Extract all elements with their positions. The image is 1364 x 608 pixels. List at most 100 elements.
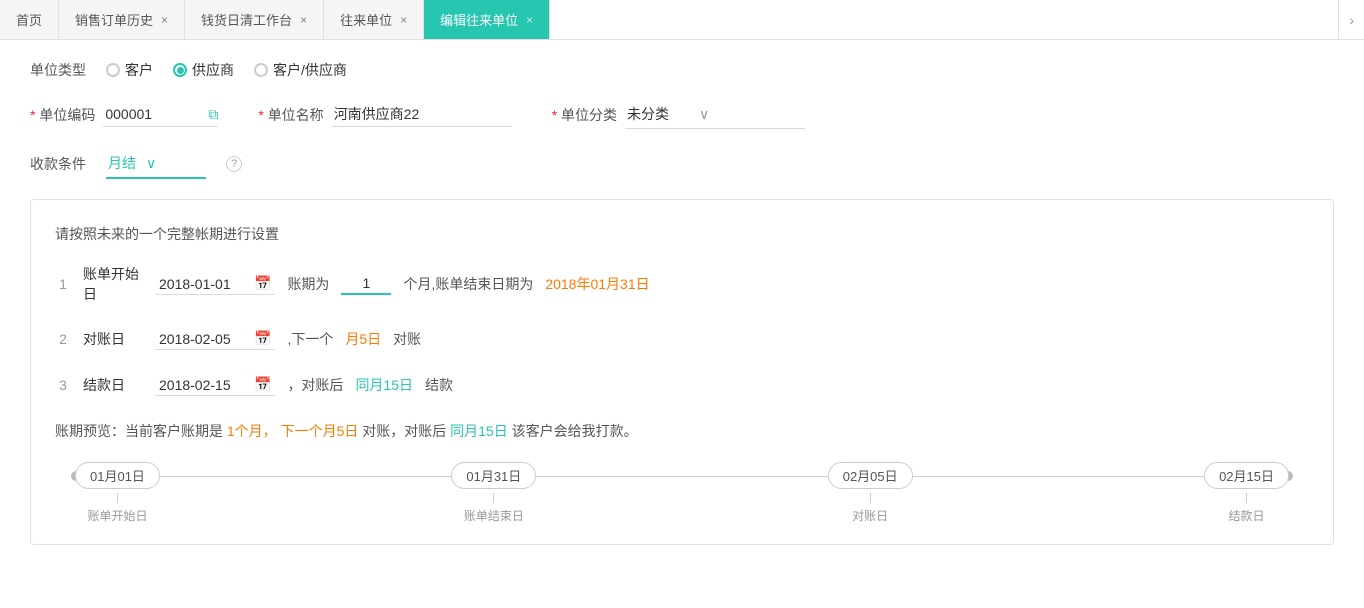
tab-home-label: 首页 bbox=[16, 10, 42, 29]
tab-cashflow[interactable]: 钱货日清工作台 × bbox=[185, 0, 324, 39]
radio-supplier-circle bbox=[173, 63, 187, 77]
preview-middle: 对账，对账后 bbox=[362, 423, 446, 439]
timeline-connector-4 bbox=[1246, 493, 1247, 503]
row-1-date[interactable] bbox=[159, 276, 249, 292]
row-3-num: 3 bbox=[55, 377, 71, 393]
radio-supplier-label: 供应商 bbox=[192, 60, 234, 80]
row-3-prefix: ，对账后 bbox=[287, 375, 343, 395]
help-icon[interactable]: ? bbox=[226, 156, 242, 172]
row-2-date-input: 📅 bbox=[155, 328, 275, 350]
preview-part2: 下一个月5日 bbox=[281, 423, 359, 439]
unit-code-input[interactable] bbox=[103, 102, 203, 126]
section-title: 请按照未来的一个完整帐期进行设置 bbox=[55, 224, 1309, 244]
tab-edit-partner-close[interactable]: × bbox=[526, 13, 533, 27]
unit-code-field: ⧉ bbox=[103, 102, 218, 127]
timeline-point-1: 01月01日 账单开始日 bbox=[75, 462, 160, 524]
unit-name-label: 单位名称 bbox=[258, 105, 323, 125]
setting-row-1: 1 账单开始日 📅 账期为 个月,账单结束日期为 2018年01月31日 bbox=[55, 264, 1309, 304]
row-3-field: 结款日 bbox=[83, 375, 143, 395]
preview-part1: 1个月， bbox=[227, 423, 277, 439]
radio-both-label: 客户/供应商 bbox=[273, 60, 347, 80]
unit-type-label: 单位类型 bbox=[30, 60, 86, 80]
tab-partner-label: 往来单位 bbox=[340, 10, 392, 29]
timeline-desc-3: 对账日 bbox=[852, 507, 888, 524]
main-content: 单位类型 客户 供应商 客户/供应商 单位编码 ⧉ 单位名 bbox=[0, 40, 1364, 608]
unit-category-value: 未分类 bbox=[627, 104, 669, 124]
timeline-connector-2 bbox=[493, 493, 494, 503]
row-3-date[interactable] bbox=[159, 377, 249, 393]
timeline-desc-2: 账单结束日 bbox=[464, 507, 524, 524]
row-2-calendar-icon[interactable]: 📅 bbox=[254, 330, 271, 347]
tab-sales-history[interactable]: 销售订单历史 × bbox=[59, 0, 185, 39]
timeline: 01月01日 账单开始日 01月31日 账单结束日 02月05日 对账日 bbox=[55, 462, 1309, 524]
row-2-prefix: ,下一个 bbox=[287, 329, 333, 349]
payment-label: 收款条件 bbox=[30, 154, 86, 174]
radio-both-circle bbox=[254, 63, 268, 77]
payment-chevron: ∨ bbox=[146, 155, 156, 172]
timeline-label-2: 01月31日 bbox=[451, 462, 536, 489]
row-2-suffix: 对账 bbox=[393, 329, 421, 349]
unit-category-select[interactable]: 未分类 ∨ bbox=[625, 100, 805, 129]
timeline-connector-1 bbox=[117, 493, 118, 503]
tab-partner-close[interactable]: × bbox=[400, 13, 407, 27]
tab-cashflow-close[interactable]: × bbox=[300, 13, 307, 27]
tab-partner[interactable]: 往来单位 × bbox=[324, 0, 424, 39]
row-3-date-input: 📅 bbox=[155, 374, 275, 396]
settings-section: 请按照未来的一个完整帐期进行设置 1 账单开始日 📅 账期为 个月,账单结束日期… bbox=[30, 199, 1334, 545]
period-input[interactable] bbox=[341, 273, 391, 295]
row-1-period-unit: 个月,账单结束日期为 bbox=[403, 274, 533, 294]
row-2-field: 对账日 bbox=[83, 329, 143, 349]
tab-edit-partner-label: 编辑往来单位 bbox=[440, 10, 518, 29]
unit-category-chevron: ∨ bbox=[699, 106, 709, 123]
row-1-period-label: 账期为 bbox=[287, 274, 329, 294]
timeline-point-3: 02月05日 对账日 bbox=[828, 462, 913, 524]
radio-customer-circle bbox=[106, 63, 120, 77]
unit-name-input[interactable] bbox=[332, 102, 512, 127]
unit-info-row: 单位编码 ⧉ 单位名称 单位分类 未分类 ∨ bbox=[30, 100, 1334, 129]
preview-suffix: 该客户会给我打款。 bbox=[512, 423, 638, 439]
timeline-desc-4: 结款日 bbox=[1229, 507, 1265, 524]
row-3-suffix: 结款 bbox=[425, 375, 453, 395]
tab-more-arrow[interactable]: › bbox=[1338, 0, 1364, 39]
timeline-point-4: 02月15日 结款日 bbox=[1204, 462, 1289, 524]
row-1-period-end: 2018年01月31日 bbox=[545, 274, 649, 294]
timeline-label-3: 02月05日 bbox=[828, 462, 913, 489]
payment-row: 收款条件 月结 ∨ ? bbox=[30, 149, 1334, 179]
payment-select[interactable]: 月结 ∨ bbox=[106, 149, 206, 179]
tab-bar: 首页 销售订单历史 × 钱货日清工作台 × 往来单位 × 编辑往来单位 × › bbox=[0, 0, 1364, 40]
row-1-field: 账单开始日 bbox=[83, 264, 143, 304]
row-2-highlight: 月5日 bbox=[345, 329, 381, 349]
timeline-connector-3 bbox=[870, 493, 871, 503]
row-2-date[interactable] bbox=[159, 331, 249, 347]
unit-category-label: 单位分类 bbox=[552, 105, 617, 125]
timeline-label-1: 01月01日 bbox=[75, 462, 160, 489]
row-1-calendar-icon[interactable]: 📅 bbox=[254, 275, 271, 292]
radio-customer-label: 客户 bbox=[125, 60, 153, 80]
timeline-point-2: 01月31日 账单结束日 bbox=[451, 462, 536, 524]
tab-sales-history-label: 销售订单历史 bbox=[75, 10, 153, 29]
timeline-label-4: 02月15日 bbox=[1204, 462, 1289, 489]
payment-value: 月结 bbox=[108, 153, 136, 173]
setting-row-3: 3 结款日 📅 ，对账后 同月15日 结款 bbox=[55, 374, 1309, 396]
preview-prefix: 账期预览：当前客户账期是 bbox=[55, 423, 223, 439]
row-2-num: 2 bbox=[55, 331, 71, 347]
preview-text: 账期预览：当前客户账期是 1个月， 下一个月5日 对账，对账后 同月15日 该客… bbox=[55, 420, 1309, 442]
setting-row-2: 2 对账日 📅 ,下一个 月5日 对账 bbox=[55, 328, 1309, 350]
tab-edit-partner[interactable]: 编辑往来单位 × bbox=[424, 0, 550, 39]
radio-both[interactable]: 客户/供应商 bbox=[254, 60, 347, 80]
tab-sales-history-close[interactable]: × bbox=[161, 13, 168, 27]
unit-type-radio-group: 客户 供应商 客户/供应商 bbox=[106, 60, 347, 80]
unit-type-row: 单位类型 客户 供应商 客户/供应商 bbox=[30, 60, 1334, 80]
tab-cashflow-label: 钱货日清工作台 bbox=[201, 10, 292, 29]
row-3-highlight: 同月15日 bbox=[355, 375, 413, 395]
row-1-date-input: 📅 bbox=[155, 273, 275, 295]
row-1-num: 1 bbox=[55, 276, 71, 292]
row-3-calendar-icon[interactable]: 📅 bbox=[254, 376, 271, 393]
copy-icon[interactable]: ⧉ bbox=[208, 106, 218, 123]
timeline-desc-1: 账单开始日 bbox=[87, 507, 147, 524]
radio-customer[interactable]: 客户 bbox=[106, 60, 153, 80]
unit-code-label: 单位编码 bbox=[30, 105, 95, 125]
radio-supplier[interactable]: 供应商 bbox=[173, 60, 234, 80]
tab-home[interactable]: 首页 bbox=[0, 0, 59, 39]
preview-part3: 同月15日 bbox=[450, 423, 508, 439]
